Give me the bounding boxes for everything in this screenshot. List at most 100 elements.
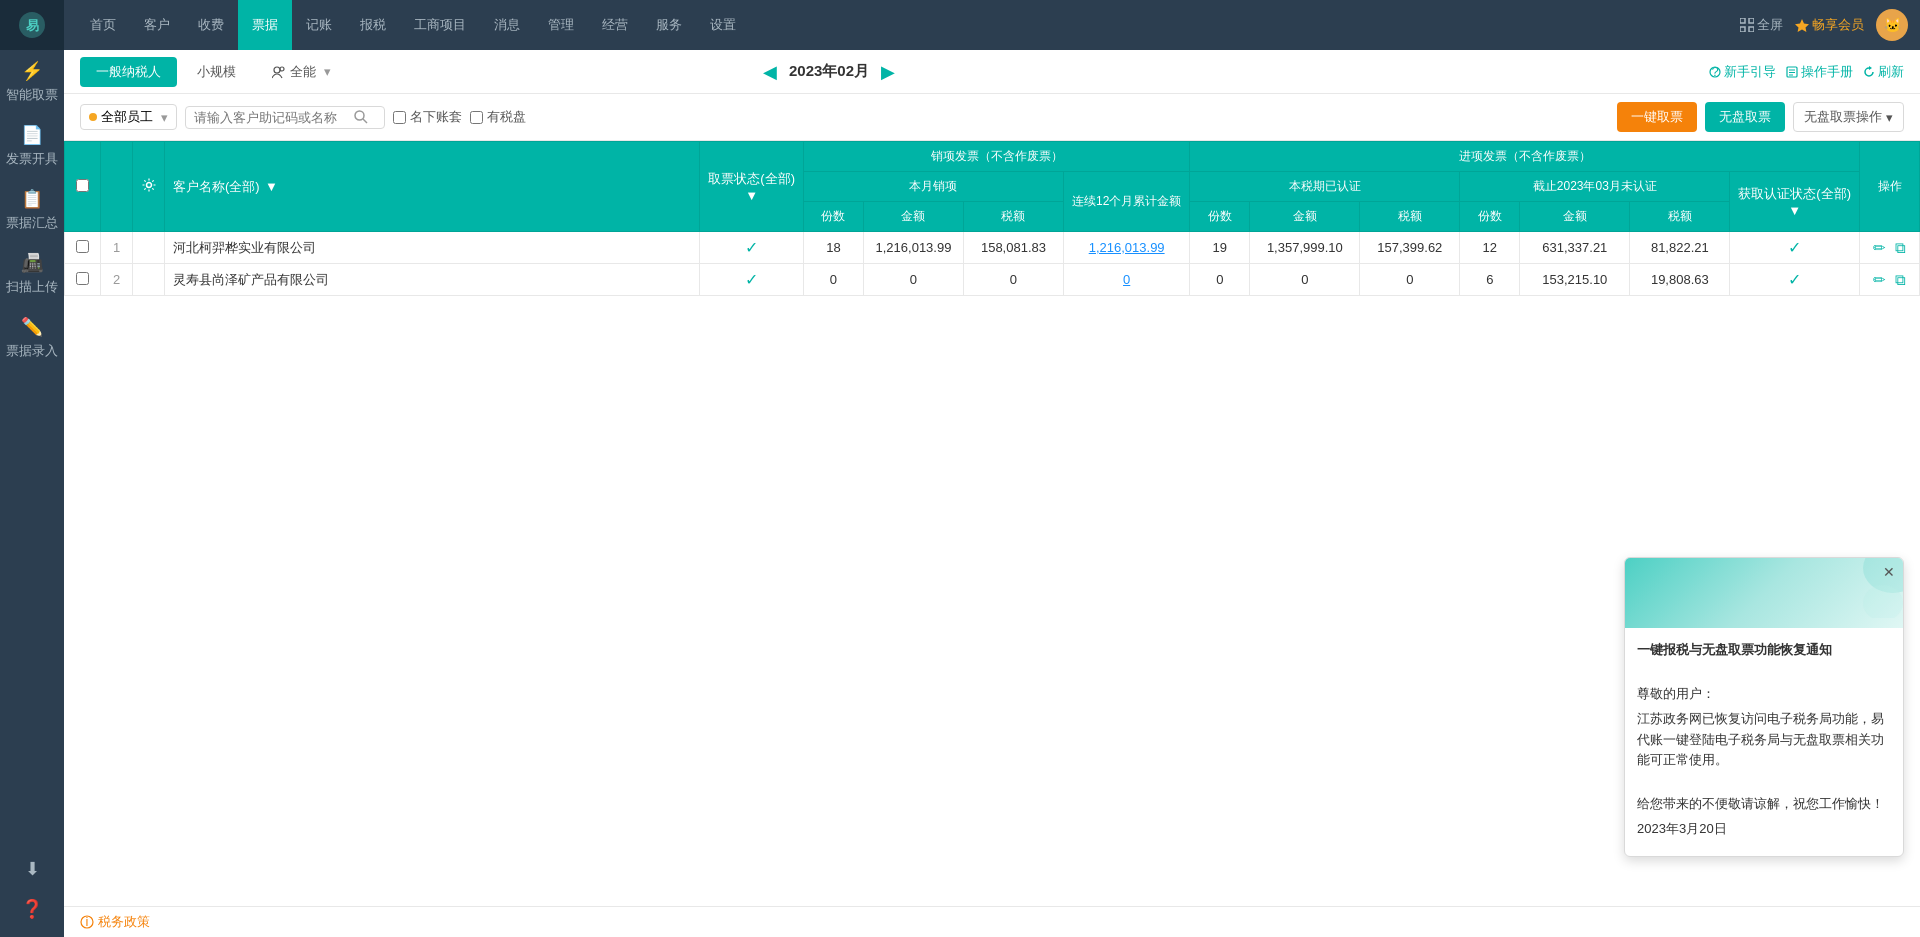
th-purchase-invoices: 进项发票（不含作废票）: [1190, 142, 1860, 172]
employee-chevron: ▾: [161, 110, 168, 125]
has-tax-disk-checkbox[interactable]: 有税盘: [470, 108, 526, 126]
one-click-fetch-button[interactable]: 一键取票: [1617, 102, 1697, 132]
row-operations: ✏ ⧉: [1860, 232, 1920, 264]
fullscreen-button[interactable]: 全屏: [1740, 16, 1783, 34]
row-settings-cell: [133, 232, 165, 264]
tab-all[interactable]: 全能 ▾: [256, 54, 351, 89]
logo-icon: 易: [18, 11, 46, 39]
employee-dot: [89, 113, 97, 121]
no-disk-ops-button[interactable]: 无盘取票操作 ▾: [1793, 102, 1904, 132]
topnav-right: 全屏 畅享会员 🐱: [1740, 9, 1908, 41]
row-cert-count: 19: [1190, 232, 1250, 264]
copy-button[interactable]: ⧉: [1895, 239, 1906, 256]
row-num: 1: [101, 232, 133, 264]
th-customer-name: 客户名称(全部) ▼: [165, 142, 700, 232]
nav-tax[interactable]: 报税: [346, 0, 400, 50]
popup-content-2: 江苏政务网已恢复访问电子税务局功能，易代账一键登陆电子税务局与无盘取票相关功能可…: [1637, 709, 1891, 771]
row-uncert-amount: 631,337.21: [1520, 232, 1630, 264]
sidebar-item-smart-fetch[interactable]: ⚡ 智能取票: [0, 50, 64, 114]
popup-close-button[interactable]: ✕: [1883, 564, 1895, 580]
nav-manage[interactable]: 管理: [534, 0, 588, 50]
svg-line-17: [363, 119, 367, 123]
user-avatar[interactable]: 🐱: [1876, 9, 1908, 41]
popup-body: 一键报税与无盘取票功能恢复通知 尊敬的用户： 江苏政务网已恢复访问电子税务局功能…: [1625, 628, 1903, 856]
customer-filter-icon[interactable]: ▼: [265, 179, 278, 194]
nav-message[interactable]: 消息: [480, 0, 534, 50]
cert-status-filter[interactable]: ▼: [1788, 203, 1801, 218]
row-monthly-amount: 0: [863, 264, 963, 296]
scan-icon: 📠: [21, 252, 43, 274]
manual-link[interactable]: 操作手册: [1786, 63, 1853, 81]
th-cumulative: 连续12个月累计金额: [1063, 172, 1189, 232]
nav-collection[interactable]: 收费: [184, 0, 238, 50]
svg-rect-2: [1740, 18, 1745, 23]
svg-point-18: [146, 183, 151, 188]
search-input[interactable]: [194, 110, 354, 125]
nav-operation[interactable]: 经营: [588, 0, 642, 50]
tab-small-scale[interactable]: 小规模: [181, 57, 252, 87]
help-button[interactable]: ❓: [0, 891, 64, 927]
tab-all-chevron[interactable]: ▾: [320, 60, 335, 83]
th-uncertified: 截止2023年03月未认证: [1460, 172, 1730, 202]
fetch-status-filter[interactable]: ▼: [745, 188, 758, 203]
select-all-checkbox[interactable]: [76, 179, 89, 192]
nav-service[interactable]: 服务: [642, 0, 696, 50]
entry-icon: ✏️: [21, 316, 43, 338]
sidebar-item-invoice-summary[interactable]: 📋 票据汇总: [0, 178, 64, 242]
invoice-table: 客户名称(全部) ▼ 取票状态(全部) ▼ 销项发票（不含作废票） 进项发票（不…: [64, 141, 1920, 296]
cumulative-link[interactable]: 1,216,013.99: [1089, 240, 1165, 255]
employee-select[interactable]: 全部员工 ▾: [80, 104, 177, 130]
member-button[interactable]: 畅享会员: [1795, 16, 1864, 34]
row-cert-status: ✓: [1730, 264, 1860, 296]
th-monthly-sales: 本月销项: [803, 172, 1063, 202]
invoice-icon: 📄: [21, 124, 43, 146]
row-checkbox-cell: [65, 264, 101, 296]
tab-general-taxpayer[interactable]: 一般纳税人: [80, 57, 177, 87]
cumulative-link[interactable]: 0: [1123, 272, 1130, 287]
row-uncert-tax: 19,808.63: [1630, 264, 1730, 296]
row-settings-cell: [133, 264, 165, 296]
nav-bookkeeping[interactable]: 记账: [292, 0, 346, 50]
th-monthly-tax: 税额: [963, 202, 1063, 232]
nav-invoice[interactable]: 票据: [238, 0, 292, 50]
edit-button[interactable]: ✏: [1873, 239, 1886, 256]
settings-icon: [142, 178, 156, 192]
th-sales-invoices: 销项发票（不含作废票）: [803, 142, 1189, 172]
sidebar-item-invoice-issue[interactable]: 📄 发票开具: [0, 114, 64, 178]
nav-settings[interactable]: 设置: [696, 0, 750, 50]
nav-home[interactable]: 首页: [76, 0, 130, 50]
row-monthly-count: 18: [803, 232, 863, 264]
nav-business[interactable]: 工商项目: [400, 0, 480, 50]
refresh-link[interactable]: 刷新: [1863, 63, 1904, 81]
popup-content-1: 尊敬的用户：: [1637, 684, 1891, 705]
new-guide-link[interactable]: ? 新手引导: [1709, 63, 1776, 81]
check-account-checkbox[interactable]: 名下账套: [393, 108, 462, 126]
download-button[interactable]: ⬇: [0, 851, 64, 887]
th-checkbox: [65, 142, 101, 232]
tab-actions: ? 新手引导 操作手册 刷新: [1709, 63, 1904, 81]
summary-icon: 📋: [21, 188, 43, 210]
row-checkbox[interactable]: [76, 240, 89, 253]
tax-policy-icon: i: [80, 915, 94, 929]
row-cert-status: ✓: [1730, 232, 1860, 264]
edit-button[interactable]: ✏: [1873, 271, 1886, 288]
no-disk-fetch-button[interactable]: 无盘取票: [1705, 102, 1785, 132]
sidebar-item-scan-upload[interactable]: 📠 扫描上传: [0, 242, 64, 306]
row-cumulative: 1,216,013.99: [1063, 232, 1189, 264]
next-month-button[interactable]: ▶: [875, 61, 901, 83]
popup-notification: ✕ 一键报税与无盘取票功能恢复通知 尊敬的用户： 江苏政务网已恢复访问电子税务局…: [1624, 557, 1904, 857]
sidebar-item-invoice-entry[interactable]: ✏️ 票据录入: [0, 306, 64, 370]
svg-rect-3: [1749, 18, 1754, 23]
manual-icon: [1786, 66, 1798, 78]
th-num: [101, 142, 133, 232]
row-monthly-tax: 0: [963, 264, 1063, 296]
tax-policy-link[interactable]: i 税务政策: [80, 913, 150, 931]
th-monthly-amount: 金额: [863, 202, 963, 232]
row-uncert-count: 12: [1460, 232, 1520, 264]
copy-button[interactable]: ⧉: [1895, 271, 1906, 288]
th-uncert-tax: 税额: [1630, 202, 1730, 232]
svg-text:易: 易: [26, 18, 39, 33]
row-checkbox[interactable]: [76, 272, 89, 285]
nav-customer[interactable]: 客户: [130, 0, 184, 50]
prev-month-button[interactable]: ◀: [757, 61, 783, 83]
